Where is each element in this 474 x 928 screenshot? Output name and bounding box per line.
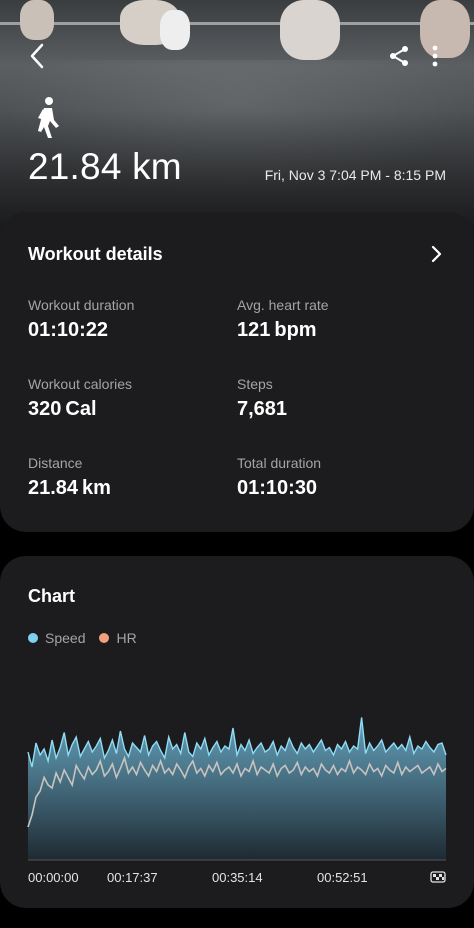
workout-date-range: Fri, Nov 3 7:04 PM - 8:15 PM <box>264 167 446 183</box>
runner-legs-photo <box>160 10 190 50</box>
legend-item-speed[interactable]: Speed <box>28 630 85 646</box>
stat-avg-heart-rate: Avg. heart rate 121 bpm <box>237 297 329 342</box>
hero-banner: 21.84 km Fri, Nov 3 7:04 PM - 8:15 PM <box>0 0 474 235</box>
stat-total-duration: Total duration 01:10:30 <box>237 455 321 500</box>
stat-value: 01:10:30 <box>237 477 318 499</box>
bottom-gap <box>0 908 474 928</box>
stat-value: 21.84 km <box>28 477 111 499</box>
workout-details-title: Workout details <box>28 244 163 264</box>
speed-area <box>28 717 446 860</box>
back-arrow-icon[interactable] <box>22 40 52 72</box>
distance-headline: 21.84 km <box>28 146 182 187</box>
stat-workout-duration: Workout duration 01:10:22 <box>28 297 134 342</box>
legend-item-hr[interactable]: HR <box>99 630 137 646</box>
stat-value: 01:10:22 <box>28 319 109 341</box>
workout-chart[interactable] <box>0 700 474 865</box>
chart-legend: Speed HR <box>28 630 151 646</box>
stat-value: 320 Cal <box>28 398 97 420</box>
runner-legs-photo <box>280 0 340 60</box>
legend-label-hr: HR <box>116 630 137 646</box>
road-line <box>0 22 474 25</box>
stat-label: Workout calories <box>28 376 133 392</box>
stat-workout-calories: Workout calories 320 Cal <box>28 376 132 421</box>
stat-label: Steps <box>237 376 273 392</box>
stat-label: Distance <box>28 455 83 471</box>
x-tick-label: 00:52:51 <box>317 870 368 885</box>
walking-person-icon <box>28 96 68 140</box>
chevron-right-icon[interactable] <box>428 244 446 264</box>
x-tick-label: 00:00:00 <box>28 870 79 885</box>
finish-flag-icon <box>430 869 446 885</box>
chart-title: Chart <box>28 586 76 606</box>
stat-steps: Steps 7,681 <box>237 376 287 421</box>
legend-dot-hr <box>99 633 110 643</box>
stat-label: Avg. heart rate <box>237 297 329 313</box>
x-tick-label: 00:17:37 <box>107 870 158 885</box>
stat-value: 121 bpm <box>237 319 317 341</box>
share-icon[interactable] <box>384 40 414 72</box>
x-tick-label: 00:35:14 <box>212 870 263 885</box>
stat-value: 7,681 <box>237 398 288 420</box>
stat-label: Total duration <box>237 455 322 471</box>
stat-distance: Distance 21.84 km <box>28 455 111 500</box>
more-vertical-icon[interactable] <box>420 40 450 72</box>
runner-legs-photo <box>20 0 54 40</box>
legend-dot-speed <box>28 633 38 643</box>
stat-label: Workout duration <box>28 297 135 313</box>
legend-label-speed: Speed <box>45 630 86 646</box>
